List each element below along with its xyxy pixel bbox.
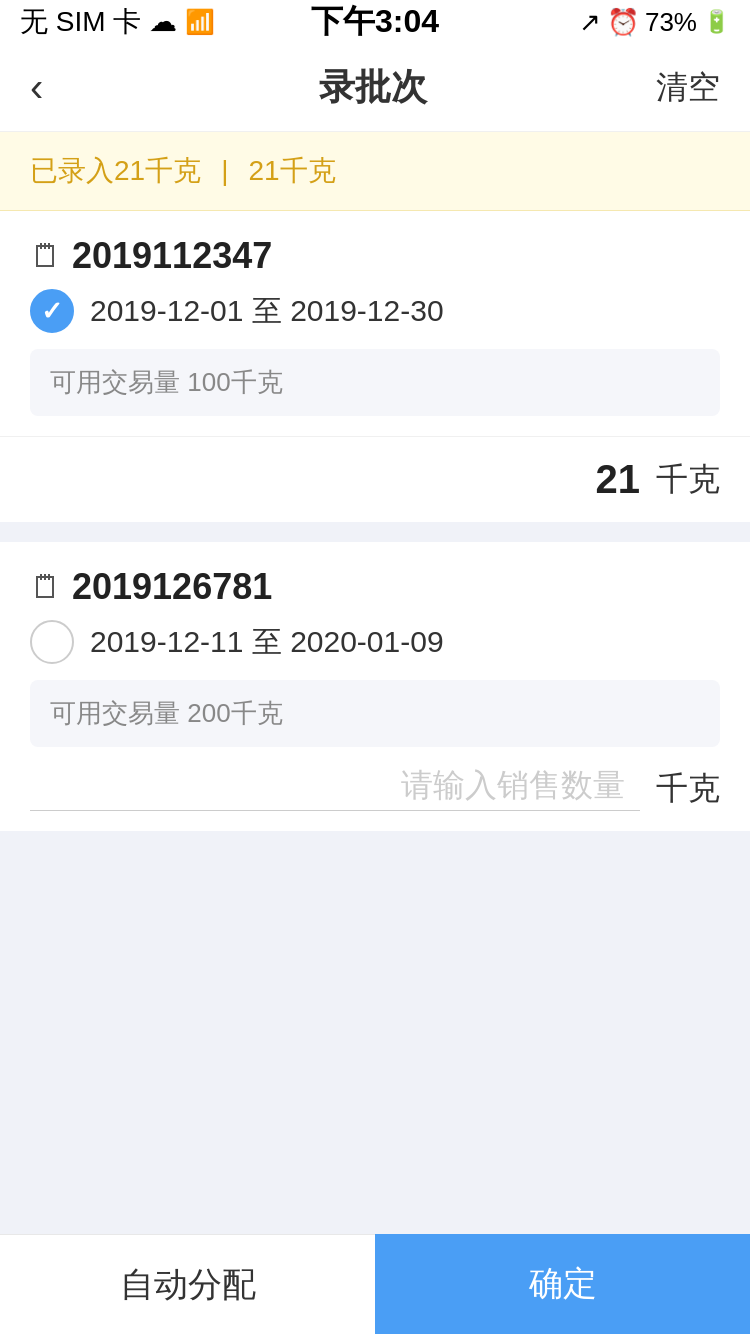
wifi-icon: 📶 [185,8,215,36]
batch-2-quantity-input[interactable] [30,767,640,804]
confirm-button[interactable]: 确定 [375,1234,750,1334]
page-title: 录批次 [319,63,427,112]
batch-2-date-row[interactable]: 2019-12-11 至 2020-01-09 [30,620,720,664]
auto-distribute-button[interactable]: 自动分配 [0,1234,375,1334]
location-icon: ↗ [579,7,601,38]
batch-1-id: 2019112347 [72,235,272,277]
batch-1-date: 2019-12-01 至 2019-12-30 [90,291,444,332]
batch-2-id-row: 🗒 2019126781 [30,566,720,608]
card-separator-1 [0,522,750,542]
content-area: 🗒 2019112347 2019-12-01 至 2019-12-30 可用交… [0,211,750,1331]
batch-card-2-inner: 🗒 2019126781 2019-12-11 至 2020-01-09 可用交… [0,542,750,747]
batch-1-doc-icon: 🗒 [30,238,62,275]
back-button[interactable]: ‹ [30,65,90,110]
batch-1-quantity-row: 21 千克 [0,436,750,522]
batch-card-1-inner: 🗒 2019112347 2019-12-01 至 2019-12-30 可用交… [0,211,750,416]
info-banner: 已录入21千克 | 21千克 [0,132,750,211]
batch-1-date-row[interactable]: 2019-12-01 至 2019-12-30 [30,289,720,333]
battery-text: 73% [645,7,697,38]
batch-1-quantity-unit: 千克 [656,458,720,502]
batch-1-radio[interactable] [30,289,74,333]
status-right: ↗ ⏰ 73% 🔋 [579,7,730,38]
confirm-label: 确定 [529,1261,597,1307]
batch-2-doc-icon: 🗒 [30,569,62,606]
alarm-icon: ⏰ [607,7,639,38]
batch-2-avail: 可用交易量 200千克 [30,680,720,747]
info-divider: | [221,155,228,187]
auto-distribute-label: 自动分配 [120,1262,256,1308]
sim-text: 无 SIM 卡 ☁ [20,3,177,41]
batch-2-quantity-unit: 千克 [656,767,720,811]
status-time: 下午3:04 [311,0,439,44]
bottom-spacer [0,831,750,1231]
batch-card-1: 🗒 2019112347 2019-12-01 至 2019-12-30 可用交… [0,211,750,522]
total-amount: 21千克 [248,152,335,190]
status-left: 无 SIM 卡 ☁ 📶 [20,3,215,41]
batch-card-2: 🗒 2019126781 2019-12-11 至 2020-01-09 可用交… [0,542,750,831]
batch-2-input-row: 千克 [0,747,750,831]
nav-bar: ‹ 录批次 清空 [0,44,750,132]
batch-1-quantity-value: 21 [596,457,641,502]
status-bar: 无 SIM 卡 ☁ 📶 下午3:04 ↗ ⏰ 73% 🔋 [0,0,750,44]
batch-2-input-underline [30,767,640,811]
batch-2-date: 2019-12-11 至 2020-01-09 [90,622,444,663]
recorded-amount: 已录入21千克 [30,152,201,190]
batch-2-id: 2019126781 [72,566,272,608]
batch-1-id-row: 🗒 2019112347 [30,235,720,277]
clear-button[interactable]: 清空 [656,66,720,110]
footer: 自动分配 确定 [0,1234,750,1334]
battery-icon: 🔋 [703,9,730,35]
batch-2-radio[interactable] [30,620,74,664]
batch-1-avail: 可用交易量 100千克 [30,349,720,416]
